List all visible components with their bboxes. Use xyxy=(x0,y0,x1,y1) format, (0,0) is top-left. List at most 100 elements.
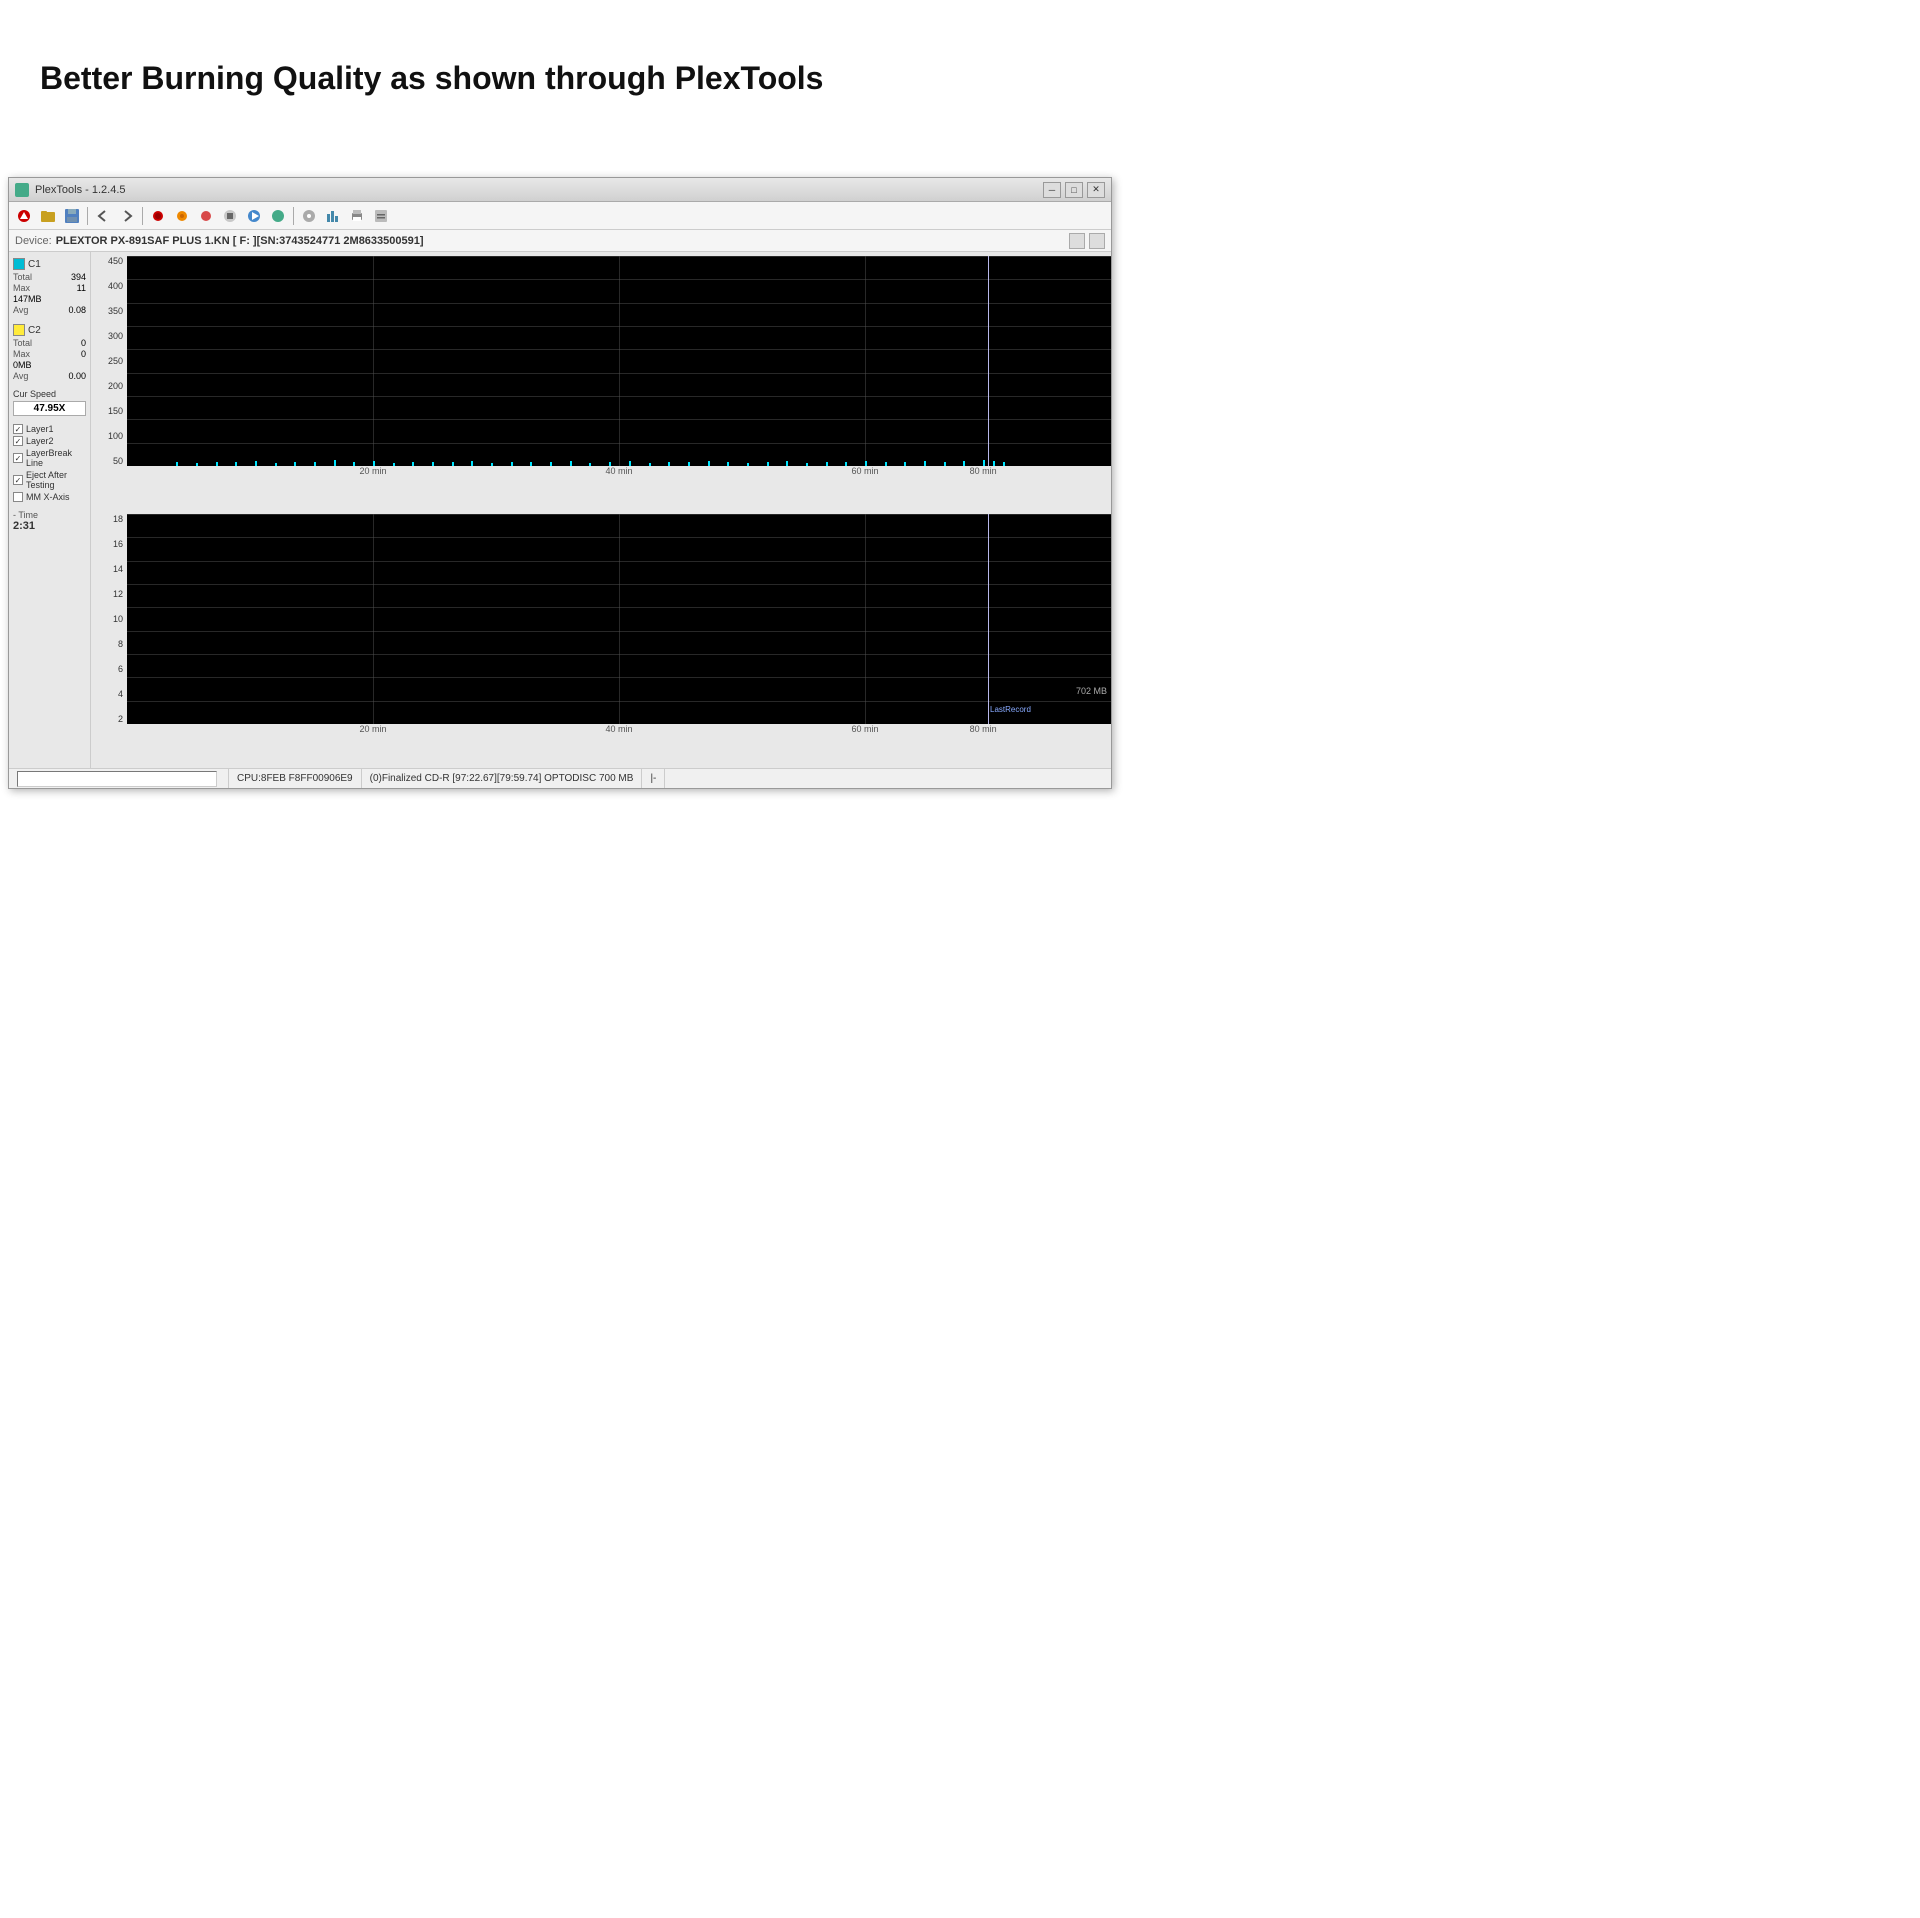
toolbar-btn-eject[interactable] xyxy=(13,205,35,227)
c2-total-value: 0 xyxy=(81,338,86,348)
c1-avg-value: 0.08 xyxy=(68,305,86,315)
toolbar-btn-open[interactable] xyxy=(37,205,59,227)
minimize-button[interactable]: ─ xyxy=(1043,182,1061,198)
toolbar-btn-settings[interactable] xyxy=(370,205,392,227)
c2-max-row: Max 0 xyxy=(13,349,86,359)
toolbar-btn-save[interactable] xyxy=(61,205,83,227)
time-label: - Time xyxy=(13,510,86,520)
c1-total-value: 394 xyxy=(71,272,86,282)
checkbox-mmx-label: MM X-Axis xyxy=(26,492,70,502)
c1-size-value: 147MB xyxy=(13,294,42,304)
device-icon-1[interactable] xyxy=(1069,233,1085,249)
status-bar: CPU:8FEB F8FF00906E9 (0)Finalized CD-R [… xyxy=(9,768,1111,788)
y1-300: 300 xyxy=(108,331,123,341)
toolbar-btn-green[interactable] xyxy=(267,205,289,227)
status-cpu: CPU:8FEB F8FF00906E9 xyxy=(229,769,362,788)
c1-avg-row: Avg 0.08 xyxy=(13,305,86,315)
c1-avg-label: Avg xyxy=(13,305,28,315)
checkbox-layerbreak-label: LayerBreak Line xyxy=(26,448,86,468)
toolbar-btn-rec3[interactable] xyxy=(195,205,217,227)
chart1-container: 450 400 350 300 250 200 150 100 50 xyxy=(91,252,1111,510)
toolbar-btn-rec1[interactable] xyxy=(147,205,169,227)
cur-speed-label: Cur Speed xyxy=(13,389,86,399)
app-title: PlexTools - 1.2.4.5 xyxy=(35,184,126,196)
toolbar-btn-forward[interactable] xyxy=(116,205,138,227)
y1-450: 450 xyxy=(108,256,123,266)
x1-60min: 60 min xyxy=(851,466,878,476)
device-icon-2[interactable] xyxy=(1089,233,1105,249)
checkbox-eject-box[interactable]: ✓ xyxy=(13,475,23,485)
checkboxes-section: ✓ Layer1 ✓ Layer2 ✓ LayerBreak Line ✓ Ej… xyxy=(13,424,86,502)
checkbox-layer2-box[interactable]: ✓ xyxy=(13,436,23,446)
chart2-canvas: 702 MBLastRecord xyxy=(127,514,1111,724)
checkbox-layerbreak[interactable]: ✓ LayerBreak Line xyxy=(13,448,86,468)
app-icon xyxy=(15,183,29,197)
c2-max-label: Max xyxy=(13,349,30,359)
device-bar-right xyxy=(1069,233,1105,249)
x1-20min: 20 min xyxy=(359,466,386,476)
checkbox-layerbreak-box[interactable]: ✓ xyxy=(13,453,23,463)
checkbox-layer1-label: Layer1 xyxy=(26,424,54,434)
device-value: PLEXTOR PX-891SAF PLUS 1.KN [ F: ][SN:37… xyxy=(56,235,424,247)
checkbox-layer1-box[interactable]: ✓ xyxy=(13,424,23,434)
c1-label: C1 xyxy=(28,259,41,270)
c2-avg-label: Avg xyxy=(13,371,28,381)
main-content: C1 Total 394 Max 11 147MB Avg 0.08 C2 xyxy=(9,252,1111,768)
c2-size-row: 0MB xyxy=(13,360,86,370)
checkbox-mmx[interactable]: MM X-Axis xyxy=(13,492,86,502)
toolbar-btn-stop[interactable] xyxy=(219,205,241,227)
toolbar-btn-play[interactable] xyxy=(243,205,265,227)
y1-350: 350 xyxy=(108,306,123,316)
c2-legend-item: C2 xyxy=(13,324,86,336)
y1-400: 400 xyxy=(108,281,123,291)
y2-4: 4 xyxy=(118,689,123,699)
chart1-y-axis: 450 400 350 300 250 200 150 100 50 xyxy=(91,256,127,466)
title-bar: PlexTools - 1.2.4.5 ─ □ ✕ xyxy=(9,178,1111,202)
device-label: Device: xyxy=(15,235,52,247)
c1-legend-item: C1 xyxy=(13,258,86,270)
device-bar: Device: PLEXTOR PX-891SAF PLUS 1.KN [ F:… xyxy=(9,230,1111,252)
maximize-button[interactable]: □ xyxy=(1065,182,1083,198)
toolbar xyxy=(9,202,1111,230)
checkbox-mmx-box[interactable] xyxy=(13,492,23,502)
title-bar-left: PlexTools - 1.2.4.5 xyxy=(15,183,126,197)
chart2-wrapper: 18 16 14 12 10 8 6 4 2 702 MBLastRecord xyxy=(91,514,1111,724)
checkbox-layer2[interactable]: ✓ Layer2 xyxy=(13,436,86,446)
y2-8: 8 xyxy=(118,639,123,649)
y1-250: 250 xyxy=(108,356,123,366)
toolbar-btn-rec2[interactable] xyxy=(171,205,193,227)
c1-max-row: Max 11 xyxy=(13,283,86,293)
toolbar-btn-chart[interactable] xyxy=(322,205,344,227)
c2-total-label: Total xyxy=(13,338,32,348)
y2-16: 16 xyxy=(113,539,123,549)
x2-20min: 20 min xyxy=(359,724,386,734)
c2-max-value: 0 xyxy=(81,349,86,359)
toolbar-btn-disc[interactable] xyxy=(298,205,320,227)
chart2-y-axis: 18 16 14 12 10 8 6 4 2 xyxy=(91,514,127,724)
mb-label: 702 MB xyxy=(1076,686,1107,696)
c1-max-label: Max xyxy=(13,283,30,293)
x1-80min: 80 min xyxy=(970,466,997,476)
cur-speed-value: 47.95X xyxy=(13,401,86,416)
c2-total-row: Total 0 xyxy=(13,338,86,348)
checkbox-eject[interactable]: ✓ Eject After Testing xyxy=(13,470,86,490)
c2-avg-value: 0.00 xyxy=(68,371,86,381)
charts-area: 450 400 350 300 250 200 150 100 50 xyxy=(91,252,1111,768)
status-disc: (0)Finalized CD-R [97:22.67][79:59.74] O… xyxy=(362,769,643,788)
status-right: |- xyxy=(642,769,665,788)
time-value: 2:31 xyxy=(13,520,86,532)
c2-size-value: 0MB xyxy=(13,360,32,370)
c2-avg-row: Avg 0.00 xyxy=(13,371,86,381)
close-button[interactable]: ✕ xyxy=(1087,182,1105,198)
checkbox-layer2-label: Layer2 xyxy=(26,436,54,446)
app-window: PlexTools - 1.2.4.5 ─ □ ✕ xyxy=(8,177,1112,789)
y2-18: 18 xyxy=(113,514,123,524)
status-input[interactable] xyxy=(17,771,217,787)
toolbar-btn-back[interactable] xyxy=(92,205,114,227)
title-bar-controls: ─ □ ✕ xyxy=(1043,182,1105,198)
y1-50: 50 xyxy=(113,456,123,466)
checkbox-layer1[interactable]: ✓ Layer1 xyxy=(13,424,86,434)
y2-10: 10 xyxy=(113,614,123,624)
x2-40min: 40 min xyxy=(605,724,632,734)
toolbar-btn-print[interactable] xyxy=(346,205,368,227)
